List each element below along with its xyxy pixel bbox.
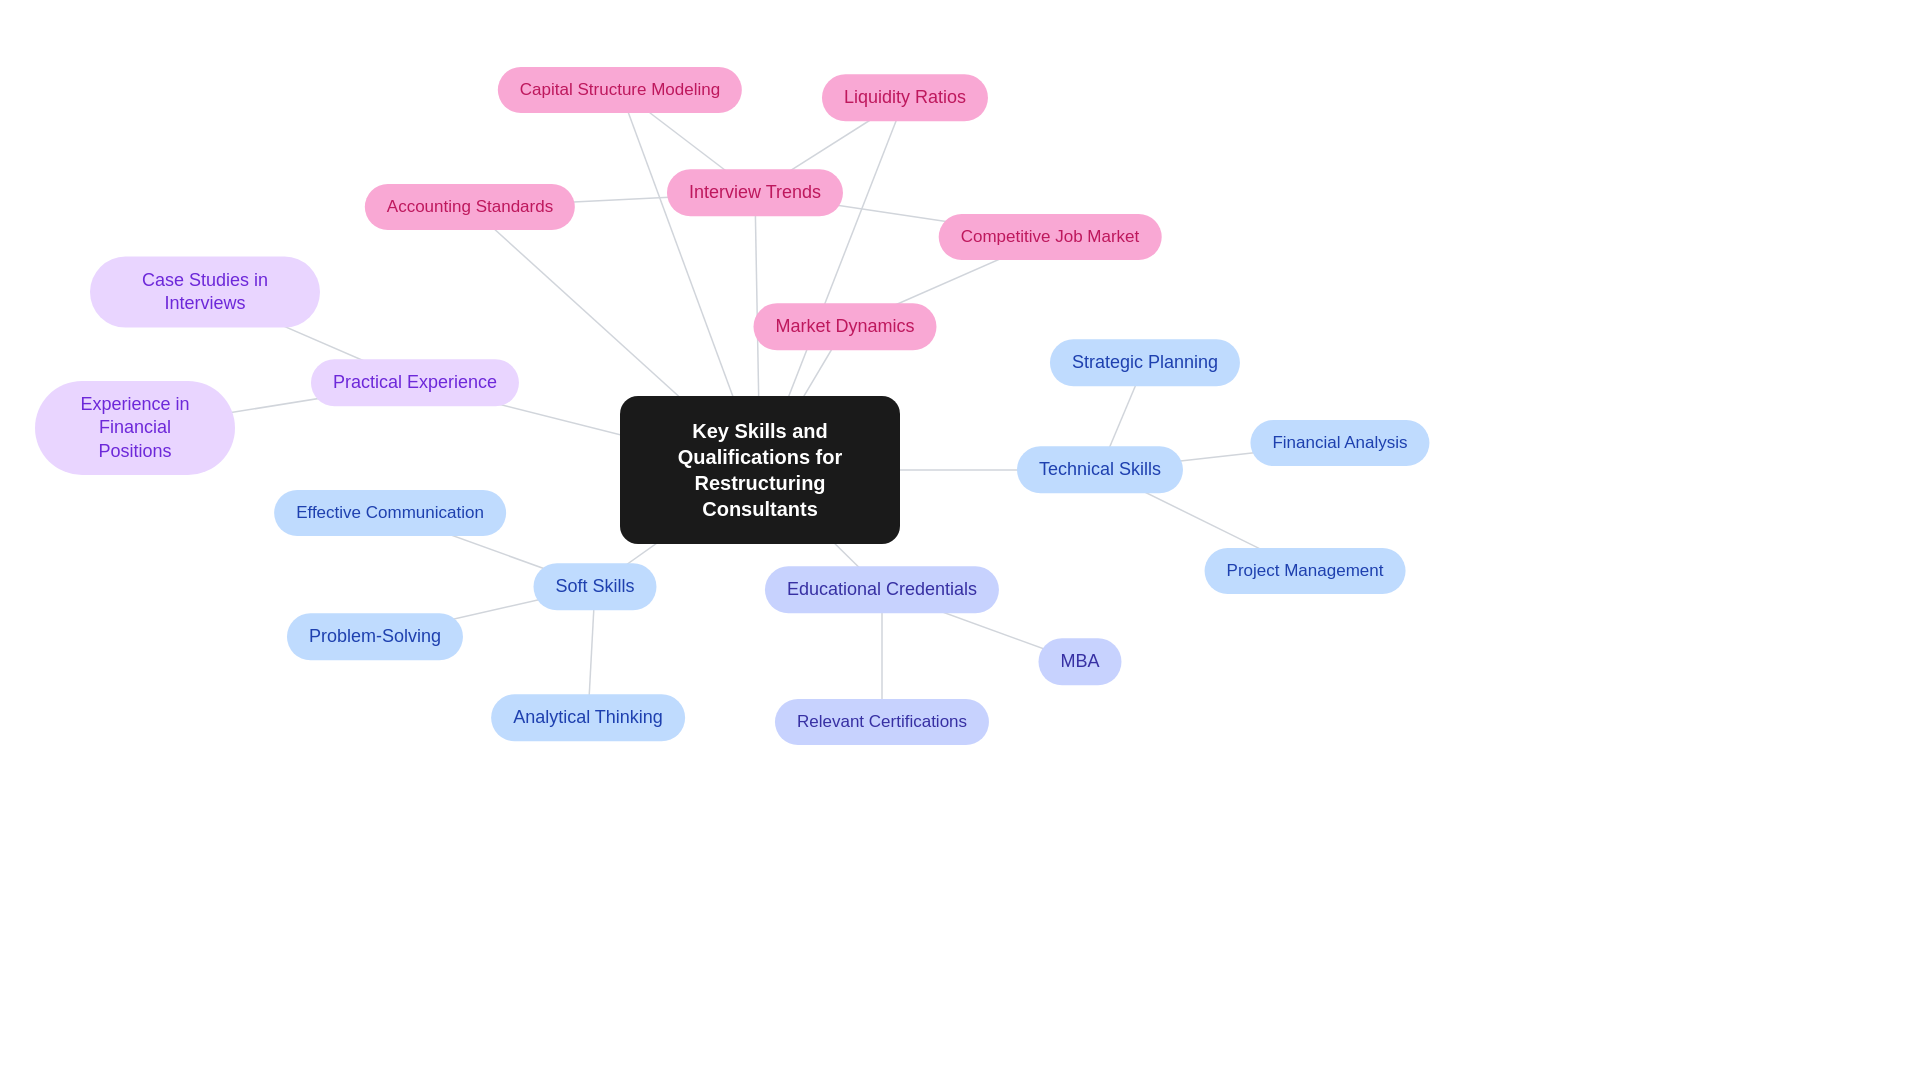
- svg-line-2: [470, 207, 760, 470]
- svg-line-11: [205, 292, 415, 383]
- svg-line-6: [470, 193, 755, 207]
- svg-line-9: [845, 237, 1050, 327]
- svg-line-8: [760, 327, 845, 470]
- svg-line-17: [595, 470, 760, 587]
- svg-line-21: [760, 470, 882, 590]
- svg-line-22: [882, 590, 1080, 662]
- svg-line-19: [375, 587, 595, 637]
- svg-line-18: [390, 513, 595, 587]
- svg-line-12: [135, 383, 415, 428]
- svg-line-7: [755, 193, 1050, 237]
- svg-line-5: [755, 98, 905, 193]
- svg-line-4: [620, 90, 755, 193]
- mindmap-svg: [0, 0, 1920, 1083]
- svg-line-14: [1100, 363, 1145, 470]
- svg-line-1: [760, 98, 905, 470]
- svg-line-15: [1100, 443, 1340, 470]
- svg-line-0: [620, 90, 760, 470]
- svg-line-3: [755, 193, 760, 470]
- svg-line-10: [415, 383, 760, 470]
- svg-line-20: [588, 587, 595, 718]
- svg-line-16: [1100, 470, 1305, 571]
